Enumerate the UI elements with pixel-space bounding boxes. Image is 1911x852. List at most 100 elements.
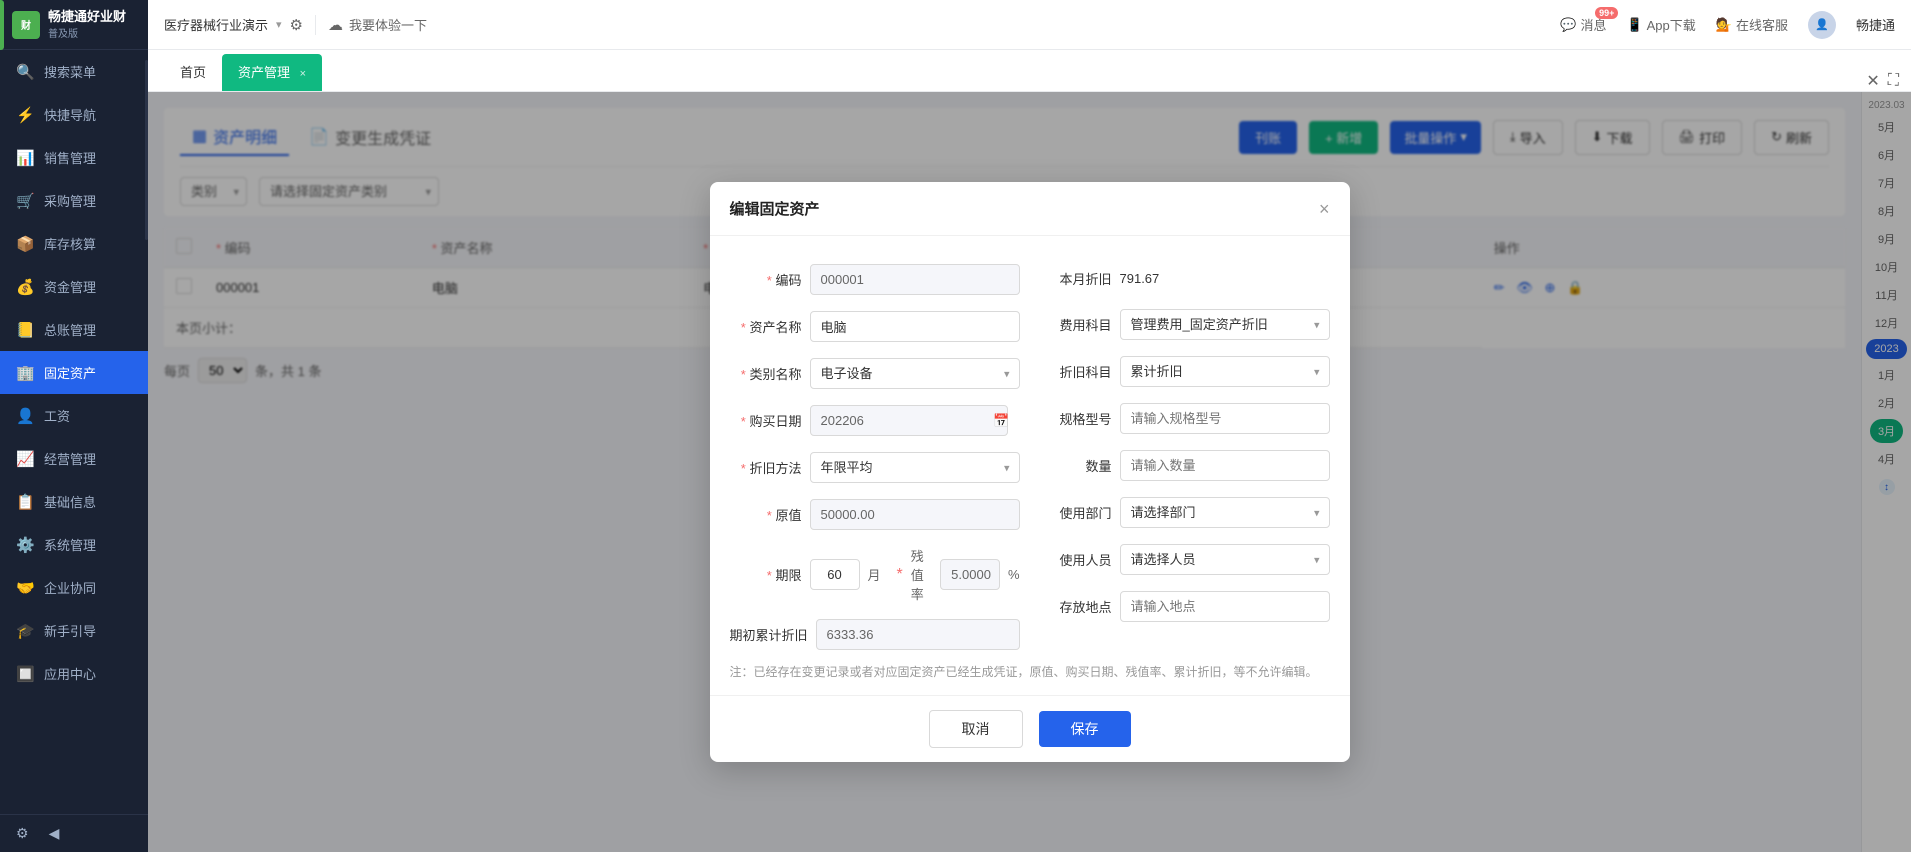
form-row-department: 使用部门 请选择部门 (1040, 489, 1330, 536)
form-row-name: * 资产名称 (730, 303, 1020, 350)
required-mark: * (741, 320, 746, 335)
service-icon: 💁 (1716, 17, 1732, 33)
residual-unit: % (1008, 567, 1020, 582)
dep-account-wrap[interactable]: 累计折旧 (1120, 356, 1330, 387)
expense-account-label: 费用科目 (1040, 315, 1112, 334)
sidebar-item-label: 基础信息 (44, 492, 96, 511)
service-label: 在线客服 (1736, 15, 1788, 34)
sidebar-item-search[interactable]: 🔍 搜索菜单 (0, 50, 148, 93)
notification-icon: 💬 (1560, 17, 1576, 33)
fixed-assets-icon: 🏢 (16, 364, 34, 382)
dialog-close-icon[interactable]: × (1319, 200, 1330, 218)
sidebar-item-label: 快捷导航 (44, 105, 96, 124)
date-input[interactable] (810, 405, 1008, 436)
sidebar-item-system[interactable]: ⚙️ 系统管理 (0, 523, 148, 566)
department-wrap[interactable]: 请选择部门 (1120, 497, 1330, 528)
period-input[interactable] (810, 559, 860, 590)
tabbar: 首页 资产管理 × ✕ ⛶ (148, 50, 1911, 92)
finance-icon: 💰 (16, 278, 34, 296)
expense-account-select[interactable]: 管理费用_固定资产折旧 (1120, 309, 1330, 340)
category-label: * 类别名称 (730, 364, 802, 383)
quantity-input[interactable] (1120, 450, 1330, 481)
period-row: 月 * 残值率 % (810, 546, 1020, 603)
spec-input[interactable] (1120, 403, 1330, 434)
sidebar-item-fixed-assets[interactable]: 🏢 固定资产 (0, 351, 148, 394)
sidebar-item-appstore[interactable]: 🔲 应用中心 (0, 652, 148, 695)
sidebar-item-guide[interactable]: 🎓 新手引导 (0, 609, 148, 652)
asset-name-input[interactable] (810, 311, 1020, 342)
sidebar-item-label: 总账管理 (44, 320, 96, 339)
download-label: App下载 (1647, 15, 1696, 34)
tab-close-icon[interactable]: × (300, 68, 306, 80)
sidebar-item-collab[interactable]: 🤝 企业协同 (0, 566, 148, 609)
collapse-icon[interactable]: ◀ (49, 825, 60, 842)
online-service-btn[interactable]: 💁 在线客服 (1716, 15, 1788, 34)
sidebar-logo: 财 畅捷通好业财 普及版 (0, 0, 148, 50)
sidebar-item-basic-info[interactable]: 📋 基础信息 (0, 480, 148, 523)
form-row-dep-method: * 折旧方法 年限平均 (730, 444, 1020, 491)
collab-icon: 🤝 (16, 579, 34, 597)
category-select[interactable]: 电子设备 (810, 358, 1020, 389)
code-input[interactable] (810, 264, 1020, 295)
person-wrap[interactable]: 请选择人员 (1120, 544, 1330, 575)
notification-btn[interactable]: 💬 消息 99+ (1560, 15, 1606, 34)
app-download-btn[interactable]: 📱 App下载 (1626, 15, 1695, 34)
form-row-code: * 编码 (730, 256, 1020, 303)
sidebar-item-label: 新手引导 (44, 621, 96, 640)
sidebar-item-label: 库存核算 (44, 234, 96, 253)
form-row-quantity: 数量 (1040, 442, 1330, 489)
dep-method-select-wrap[interactable]: 年限平均 (810, 452, 1020, 483)
username[interactable]: 畅捷通 (1856, 15, 1895, 34)
dialog-title: 编辑固定资产 (730, 198, 820, 219)
tab-home[interactable]: 首页 (164, 54, 222, 91)
required-mark: * (767, 568, 772, 583)
original-input[interactable] (810, 499, 1020, 530)
sidebar-item-quicknav[interactable]: ⚡ 快捷导航 (0, 93, 148, 136)
dep-method-select[interactable]: 年限平均 (810, 452, 1020, 483)
sidebar-item-finance[interactable]: 💰 资金管理 (0, 265, 148, 308)
sidebar-item-operations[interactable]: 📈 经营管理 (0, 437, 148, 480)
form-row-expense-account: 费用科目 管理费用_固定资产折旧 (1040, 301, 1330, 348)
dialog-header: 编辑固定资产 × (710, 182, 1350, 236)
sidebar-item-label: 固定资产 (44, 363, 96, 382)
tab-asset-management[interactable]: 资产管理 × (222, 54, 322, 91)
cancel-button[interactable]: 取消 (929, 710, 1023, 748)
date-label: * 购买日期 (730, 411, 802, 430)
form-row-category: * 类别名称 电子设备 (730, 350, 1020, 397)
quicknav-icon: ⚡ (16, 106, 34, 124)
required-mark: * (741, 414, 746, 429)
residual-input[interactable] (940, 559, 1000, 590)
sidebar-item-label: 搜索菜单 (44, 62, 96, 81)
settings-gear-icon[interactable]: ⚙ (290, 16, 303, 34)
sidebar-item-label: 系统管理 (44, 535, 96, 554)
sidebar-nav: 🔍 搜索菜单 ⚡ 快捷导航 📊 销售管理 🛒 采购管理 📦 库存核算 💰 资金管… (0, 50, 148, 814)
window-close-icon[interactable]: ✕ (1866, 71, 1879, 91)
logo-icon: 财 (12, 11, 40, 39)
expense-account-wrap[interactable]: 管理费用_固定资产折旧 (1120, 309, 1330, 340)
person-select[interactable]: 请选择人员 (1120, 544, 1330, 575)
location-input[interactable] (1120, 591, 1330, 622)
department-select[interactable]: 请选择部门 (1120, 497, 1330, 528)
company-dropdown-icon[interactable]: ▾ (276, 18, 282, 31)
category-select-wrap[interactable]: 电子设备 (810, 358, 1020, 389)
appstore-icon: 🔲 (16, 665, 34, 683)
ledger-icon: 📒 (16, 321, 34, 339)
sidebar-item-ledger[interactable]: 📒 总账管理 (0, 308, 148, 351)
period-label: * 期限 (730, 565, 802, 584)
window-maximize-icon[interactable]: ⛶ (1888, 72, 1899, 90)
person-label: 使用人员 (1040, 550, 1112, 569)
required-mark: * (767, 508, 772, 523)
settings-icon[interactable]: ⚙ (16, 825, 29, 842)
sidebar-item-inventory[interactable]: 📦 库存核算 (0, 222, 148, 265)
experience-btn[interactable]: ☁ 我要体验一下 (328, 15, 427, 34)
code-label: * 编码 (730, 270, 802, 289)
sidebar-item-purchase[interactable]: 🛒 采购管理 (0, 179, 148, 222)
sidebar-item-sales[interactable]: 📊 销售管理 (0, 136, 148, 179)
save-button[interactable]: 保存 (1039, 711, 1131, 747)
name-label: * 资产名称 (730, 317, 802, 336)
sidebar-item-payroll[interactable]: 👤 工资 (0, 394, 148, 437)
initial-dep-input[interactable] (816, 619, 1020, 650)
sidebar-item-label: 资金管理 (44, 277, 96, 296)
dep-account-select[interactable]: 累计折旧 (1120, 356, 1330, 387)
sidebar-bottom: ⚙ ◀ (0, 814, 148, 852)
